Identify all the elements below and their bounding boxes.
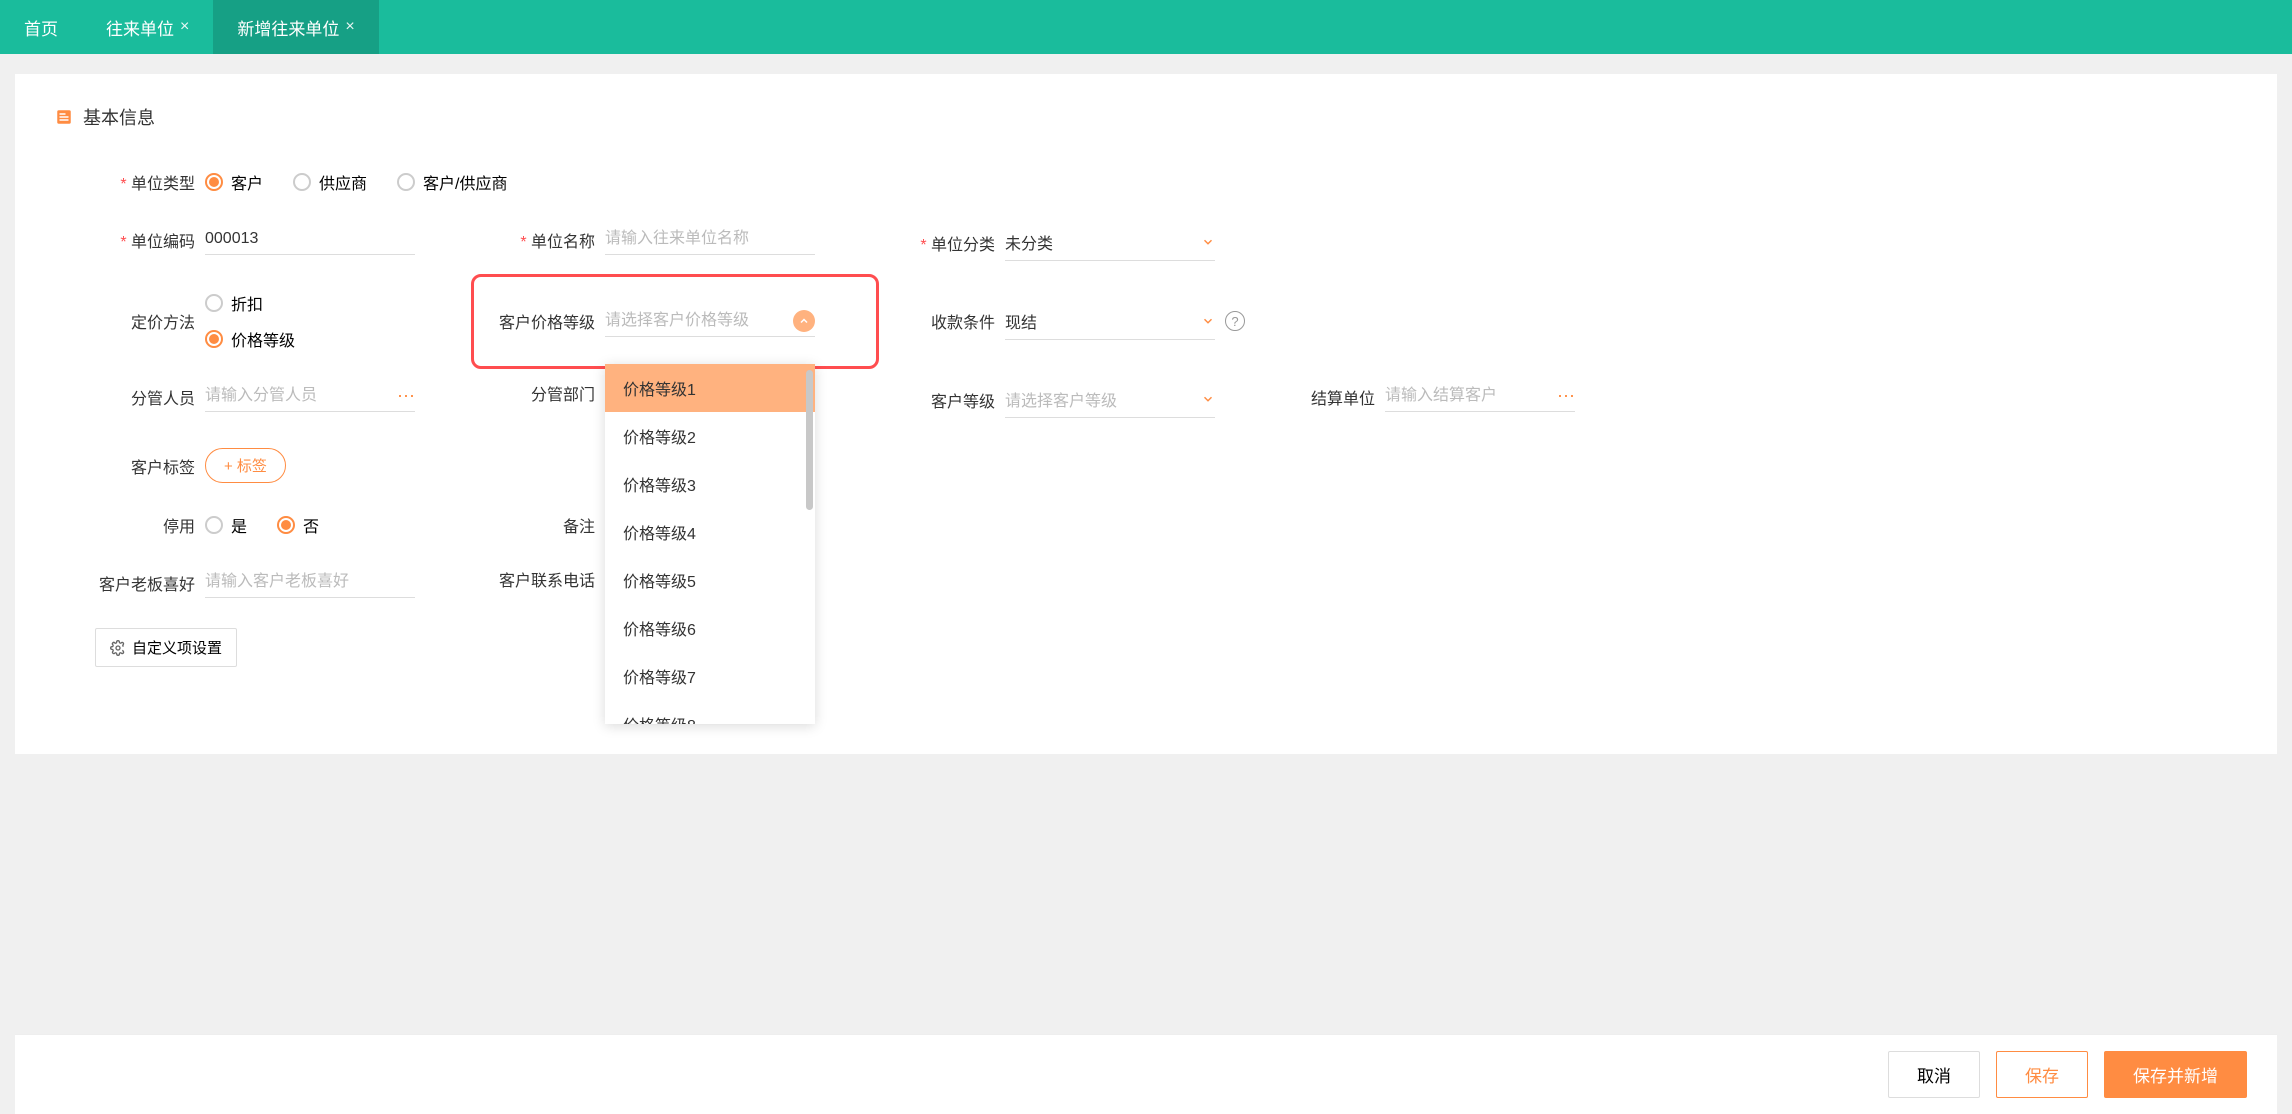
radio-discount[interactable]: 折扣	[205, 291, 263, 315]
unit-category-select[interactable]: 未分类	[1005, 224, 1215, 261]
radio-yes[interactable]: 是	[205, 513, 247, 537]
payment-terms-value: 现结	[1005, 303, 1201, 339]
radio-yes-label: 是	[231, 513, 247, 537]
chevron-down-icon	[1201, 392, 1215, 406]
boss-preference-input[interactable]	[205, 567, 415, 597]
radio-supplier-label: 供应商	[319, 170, 367, 194]
tab-home-label: 首页	[24, 15, 58, 40]
form-icon	[55, 108, 73, 126]
save-and-new-button[interactable]: 保存并新增	[2104, 1051, 2247, 1098]
payment-terms-select[interactable]: 现结	[1005, 303, 1215, 340]
radio-icon	[205, 516, 223, 534]
radio-customer-label: 客户	[231, 170, 263, 194]
tab-new-contact-label: 新增往来单位	[237, 15, 339, 40]
more-icon[interactable]: ⋯	[389, 386, 415, 407]
dropdown-item[interactable]: 价格等级3	[605, 460, 815, 508]
dropdown-item[interactable]: 价格等级8	[605, 700, 815, 724]
chevron-down-icon	[1201, 314, 1215, 328]
dropdown-item[interactable]: 价格等级2	[605, 412, 815, 460]
customer-level-select[interactable]: 请选择客户等级	[1005, 381, 1215, 418]
dropdown-item[interactable]: 价格等级6	[605, 604, 815, 652]
unit-code-input[interactable]	[205, 224, 415, 254]
dropdown-item[interactable]: 价格等级1	[605, 364, 815, 412]
contact-phone-label: 客户联系电话	[495, 567, 605, 591]
disabled-radio-group: 是 否	[205, 513, 319, 537]
tab-contacts[interactable]: 往来单位 ×	[82, 0, 213, 54]
price-level-select[interactable]: 价格等级1 价格等级2 价格等级3 价格等级4 价格等级5 价格等级6 价格等级…	[605, 306, 815, 337]
radio-both[interactable]: 客户/供应商	[397, 170, 507, 194]
radio-customer[interactable]: 客户	[205, 170, 263, 194]
settlement-unit-label: 结算单位	[1295, 385, 1385, 409]
pricing-method-radio-group: 折扣 价格等级	[205, 291, 295, 351]
customer-tag-label: 客户标签	[95, 454, 205, 478]
boss-preference-label: 客户老板喜好	[95, 571, 205, 595]
radio-icon	[205, 294, 223, 312]
radio-icon	[277, 516, 295, 534]
unit-category-value: 未分类	[1005, 224, 1201, 260]
close-icon[interactable]: ×	[345, 18, 354, 36]
radio-no-label: 否	[303, 513, 319, 537]
pricing-method-label: 定价方法	[95, 309, 205, 333]
close-icon[interactable]: ×	[180, 18, 189, 36]
radio-icon	[205, 330, 223, 348]
custom-settings-button[interactable]: 自定义项设置	[95, 628, 237, 667]
radio-supplier[interactable]: 供应商	[293, 170, 367, 194]
section-title: 基本信息	[83, 104, 155, 130]
tab-contacts-label: 往来单位	[106, 15, 174, 40]
cancel-button[interactable]: 取消	[1888, 1051, 1980, 1098]
radio-icon	[397, 173, 415, 191]
unit-name-label: 单位名称	[495, 228, 605, 252]
unit-type-radio-group: 客户 供应商 客户/供应商	[205, 170, 507, 194]
unit-code-label: 单位编码	[95, 228, 205, 252]
price-level-dropdown: 价格等级1 价格等级2 价格等级3 价格等级4 价格等级5 价格等级6 价格等级…	[605, 364, 815, 724]
chevron-down-icon	[1201, 235, 1215, 249]
scrollbar[interactable]	[806, 370, 813, 510]
chevron-up-icon[interactable]	[793, 310, 815, 332]
radio-icon	[293, 173, 311, 191]
manager-input[interactable]	[205, 381, 389, 411]
radio-both-label: 客户/供应商	[423, 170, 507, 194]
payment-terms-label: 收款条件	[895, 309, 1005, 333]
more-icon[interactable]: ⋯	[1549, 386, 1575, 407]
radio-price-level[interactable]: 价格等级	[205, 327, 295, 351]
dropdown-item[interactable]: 价格等级5	[605, 556, 815, 604]
radio-no[interactable]: 否	[277, 513, 319, 537]
tab-new-contact[interactable]: 新增往来单位 ×	[213, 0, 378, 54]
footer-bar: 取消 保存 保存并新增	[15, 1034, 2277, 1114]
custom-settings-label: 自定义项设置	[132, 637, 222, 658]
main-panel: 基本信息 单位类型 客户 供应商 客户/供应商	[15, 74, 2277, 754]
department-label: 分管部门	[495, 381, 605, 405]
unit-category-label: 单位分类	[895, 231, 1005, 255]
manager-label: 分管人员	[95, 385, 205, 409]
section-header: 基本信息	[55, 104, 2237, 130]
dropdown-item[interactable]: 价格等级7	[605, 652, 815, 700]
remark-label: 备注	[495, 513, 605, 537]
dropdown-item[interactable]: 价格等级4	[605, 508, 815, 556]
save-button[interactable]: 保存	[1996, 1051, 2088, 1098]
customer-level-placeholder: 请选择客户等级	[1005, 381, 1201, 417]
unit-type-label: 单位类型	[95, 170, 205, 194]
tab-home[interactable]: 首页	[0, 0, 82, 54]
disabled-label: 停用	[95, 513, 205, 537]
tab-bar: 首页 往来单位 × 新增往来单位 ×	[0, 0, 2292, 54]
settlement-unit-input[interactable]	[1385, 381, 1549, 411]
customer-level-label: 客户等级	[895, 388, 1005, 412]
help-icon[interactable]: ?	[1225, 311, 1245, 331]
price-level-input[interactable]	[605, 306, 793, 336]
radio-icon	[205, 173, 223, 191]
radio-discount-label: 折扣	[231, 291, 263, 315]
unit-name-input[interactable]	[605, 224, 815, 254]
radio-price-level-label: 价格等级	[231, 327, 295, 351]
price-level-label: 客户价格等级	[495, 309, 605, 333]
add-tag-button[interactable]: + 标签	[205, 448, 286, 483]
gear-icon	[110, 640, 126, 656]
